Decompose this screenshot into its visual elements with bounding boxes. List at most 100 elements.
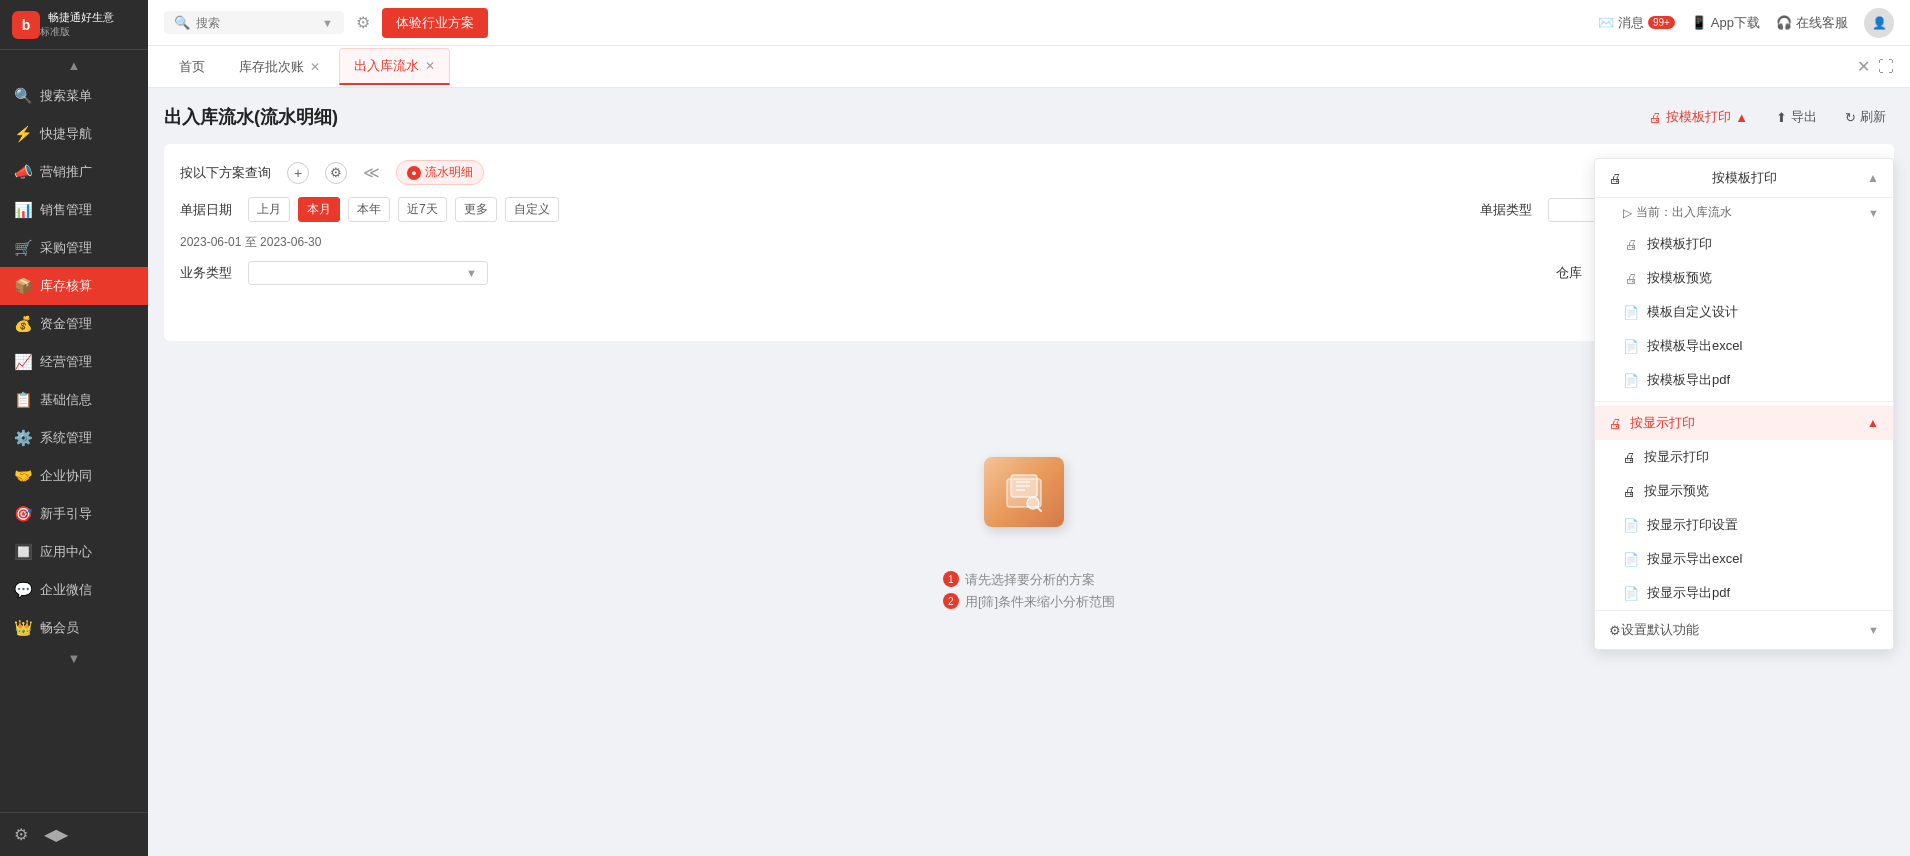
app-download-btn[interactable]: 📱 App下载	[1691, 14, 1760, 32]
sidebar: b 畅捷通好生意 标准版 ▲ 🔍 搜索菜单 ⚡ 快捷导航 📣 营销推广 📊 销售…	[0, 0, 148, 856]
refresh-btn[interactable]: ↻ 刷新	[1837, 104, 1894, 130]
operation-icon: 📈	[14, 353, 32, 371]
guide-icon: 🎯	[14, 505, 32, 523]
brand-name: 畅捷通好生意	[48, 10, 114, 24]
page-content: 出入库流水(流水明细) 🖨 按模板打印 ▲ ⬆ 导出 ↻ 刷新	[148, 88, 1910, 856]
settings-bottom-icon[interactable]: ⚙	[14, 825, 28, 844]
sidebar-item-label: 基础信息	[40, 391, 92, 409]
svg-line-6	[1037, 507, 1041, 511]
collapse-sidebar-icon[interactable]: ◀▶	[44, 825, 68, 844]
filter-tag-label: 流水明细	[425, 164, 473, 181]
sidebar-item-purchase[interactable]: 🛒 采购管理	[0, 229, 148, 267]
template-preview-row-label: 按模板预览	[1647, 269, 1712, 287]
tab-flow[interactable]: 出入库流水 ✕	[339, 48, 450, 85]
display-print-row-icon: 🖨	[1623, 450, 1636, 465]
dropdown-item-template-excel[interactable]: 📄 按模板导出excel	[1595, 329, 1893, 363]
sidebar-item-guide[interactable]: 🎯 新手引导	[0, 495, 148, 533]
doc-type-label: 单据类型	[1480, 201, 1532, 219]
message-badge: 99+	[1648, 16, 1675, 29]
tabs-bar: 首页 库存批次账 ✕ 出入库流水 ✕ ✕ ⛶	[148, 46, 1910, 88]
date-range-text: 2023-06-01 至 2023-06-30	[180, 234, 321, 251]
date-btn-more[interactable]: 更多	[455, 197, 497, 222]
dropdown-item-template-design[interactable]: 📄 模板自定义设计	[1595, 295, 1893, 329]
online-service-btn[interactable]: 🎧 在线客服	[1776, 14, 1848, 32]
filter-config-btn[interactable]: ⚙	[325, 162, 347, 184]
date-btn-last-month[interactable]: 上月	[248, 197, 290, 222]
dropdown-item-template-print[interactable]: 🖨 按模板打印	[1595, 227, 1893, 261]
sidebar-logo: b 畅捷通好生意 标准版	[0, 0, 148, 50]
filter-add-btn[interactable]: +	[287, 162, 309, 184]
display-print-row-label: 按显示打印	[1644, 448, 1709, 466]
sidebar-item-sales[interactable]: 📊 销售管理	[0, 191, 148, 229]
phone-icon: 📱	[1691, 15, 1707, 30]
sidebar-item-member[interactable]: 👑 畅会员	[0, 609, 148, 647]
sidebar-item-wecom[interactable]: 💬 企业微信	[0, 571, 148, 609]
empty-state-tips: 1 请先选择要分析的方案 2 用[筛]条件来缩小分析范围	[943, 567, 1115, 615]
topbar-settings-icon[interactable]: ⚙	[356, 13, 370, 32]
footer-arrow-icon: ▼	[1868, 624, 1879, 636]
sidebar-item-label: 资金管理	[40, 315, 92, 333]
user-avatar[interactable]: 👤	[1864, 8, 1894, 38]
print-dropdown-scroll[interactable]: ▷ 当前：出入库流水 ▼ 🖨 按模板打印 🖨 按模板预览 📄 模板自定义设计	[1595, 198, 1893, 610]
dropdown-item-template-preview[interactable]: 🖨 按模板预览	[1595, 261, 1893, 295]
dropdown-item-display-settings[interactable]: 📄 按显示打印设置	[1595, 508, 1893, 542]
edition-label: 标准版	[40, 25, 114, 39]
sidebar-item-coop[interactable]: 🤝 企业协同	[0, 457, 148, 495]
sidebar-item-label: 营销推广	[40, 163, 92, 181]
print-dropdown-footer[interactable]: ⚙ 设置默认功能 ▼	[1595, 610, 1893, 649]
tab-flow-close[interactable]: ✕	[425, 59, 435, 73]
tab-batch-account-close[interactable]: ✕	[310, 60, 320, 74]
tab-batch-account[interactable]: 库存批次账 ✕	[224, 49, 335, 84]
dropdown-item-display-print[interactable]: 🖨 按显示打印	[1595, 440, 1893, 474]
coop-icon: 🤝	[14, 467, 32, 485]
template-pdf-row-label: 按模板导出pdf	[1647, 371, 1730, 389]
date-filter: 上月 本月 本年 近7天 更多 自定义	[248, 197, 559, 222]
date-filter-label: 单据日期	[180, 201, 232, 219]
display-print-section-header[interactable]: 🖨 按显示打印 ▲	[1595, 406, 1893, 440]
search-input[interactable]	[196, 16, 316, 30]
dropdown-item-display-pdf[interactable]: 📄 按显示导出pdf	[1595, 576, 1893, 610]
sidebar-scroll-down[interactable]: ▼	[0, 647, 148, 670]
print-dropdown-up-arrow[interactable]: ▲	[1867, 171, 1879, 185]
sidebar-item-system[interactable]: ⚙️ 系统管理	[0, 419, 148, 457]
date-btn-7days[interactable]: 近7天	[398, 197, 447, 222]
wecom-icon: 💬	[14, 581, 32, 599]
sidebar-item-marketing[interactable]: 📣 营销推广	[0, 153, 148, 191]
message-btn[interactable]: ✉️ 消息 99+	[1598, 14, 1675, 32]
sidebar-item-inventory[interactable]: 📦 库存核算	[0, 267, 148, 305]
date-btn-custom[interactable]: 自定义	[505, 197, 559, 222]
topbar-search-box[interactable]: 🔍 ▼	[164, 11, 344, 34]
sidebar-item-search[interactable]: 🔍 搜索菜单	[0, 77, 148, 115]
tab-home[interactable]: 首页	[164, 49, 220, 84]
basic-info-icon: 📋	[14, 391, 32, 409]
sidebar-scroll-up[interactable]: ▲	[0, 54, 148, 77]
biz-type-select[interactable]: ▼	[248, 261, 488, 285]
page-header: 出入库流水(流水明细) 🖨 按模板打印 ▲ ⬆ 导出 ↻ 刷新	[164, 104, 1894, 130]
sidebar-item-app-center[interactable]: 🔲 应用中心	[0, 533, 148, 571]
export-btn[interactable]: ⬆ 导出	[1768, 104, 1825, 130]
date-btn-this-year[interactable]: 本年	[348, 197, 390, 222]
dropdown-item-display-excel[interactable]: 📄 按显示导出excel	[1595, 542, 1893, 576]
sidebar-item-finance[interactable]: 💰 资金管理	[0, 305, 148, 343]
warehouse-label: 仓库	[1556, 264, 1582, 282]
template-design-row-label: 模板自定义设计	[1647, 303, 1738, 321]
biz-type-arrow-icon: ▼	[466, 267, 477, 279]
trial-btn[interactable]: 体验行业方案	[382, 8, 488, 38]
print-icon: 🖨	[1649, 110, 1662, 125]
date-btn-this-month[interactable]: 本月	[298, 197, 340, 222]
search-chevron-icon[interactable]: ▼	[322, 17, 333, 29]
display-print-section-label: 按显示打印	[1630, 414, 1695, 432]
export-icon: ⬆	[1776, 110, 1787, 125]
empty-tip-1: 1 请先选择要分析的方案	[943, 571, 1115, 589]
page-title: 出入库流水(流水明细)	[164, 105, 338, 129]
filter-collapse-icon[interactable]: ≪	[363, 163, 380, 182]
display-pdf-row-label: 按显示导出pdf	[1647, 584, 1730, 602]
dropdown-item-template-pdf[interactable]: 📄 按模板导出pdf	[1595, 363, 1893, 397]
sidebar-item-quick-nav[interactable]: ⚡ 快捷导航	[0, 115, 148, 153]
sidebar-item-operation[interactable]: 📈 经营管理	[0, 343, 148, 381]
dropdown-item-display-preview[interactable]: 🖨 按显示预览	[1595, 474, 1893, 508]
template-print-btn[interactable]: 🖨 按模板打印 ▲	[1641, 104, 1756, 130]
window-expand-btn[interactable]: ⛶	[1878, 57, 1894, 76]
sidebar-item-basic-info[interactable]: 📋 基础信息	[0, 381, 148, 419]
window-close-btn[interactable]: ✕	[1857, 57, 1870, 76]
